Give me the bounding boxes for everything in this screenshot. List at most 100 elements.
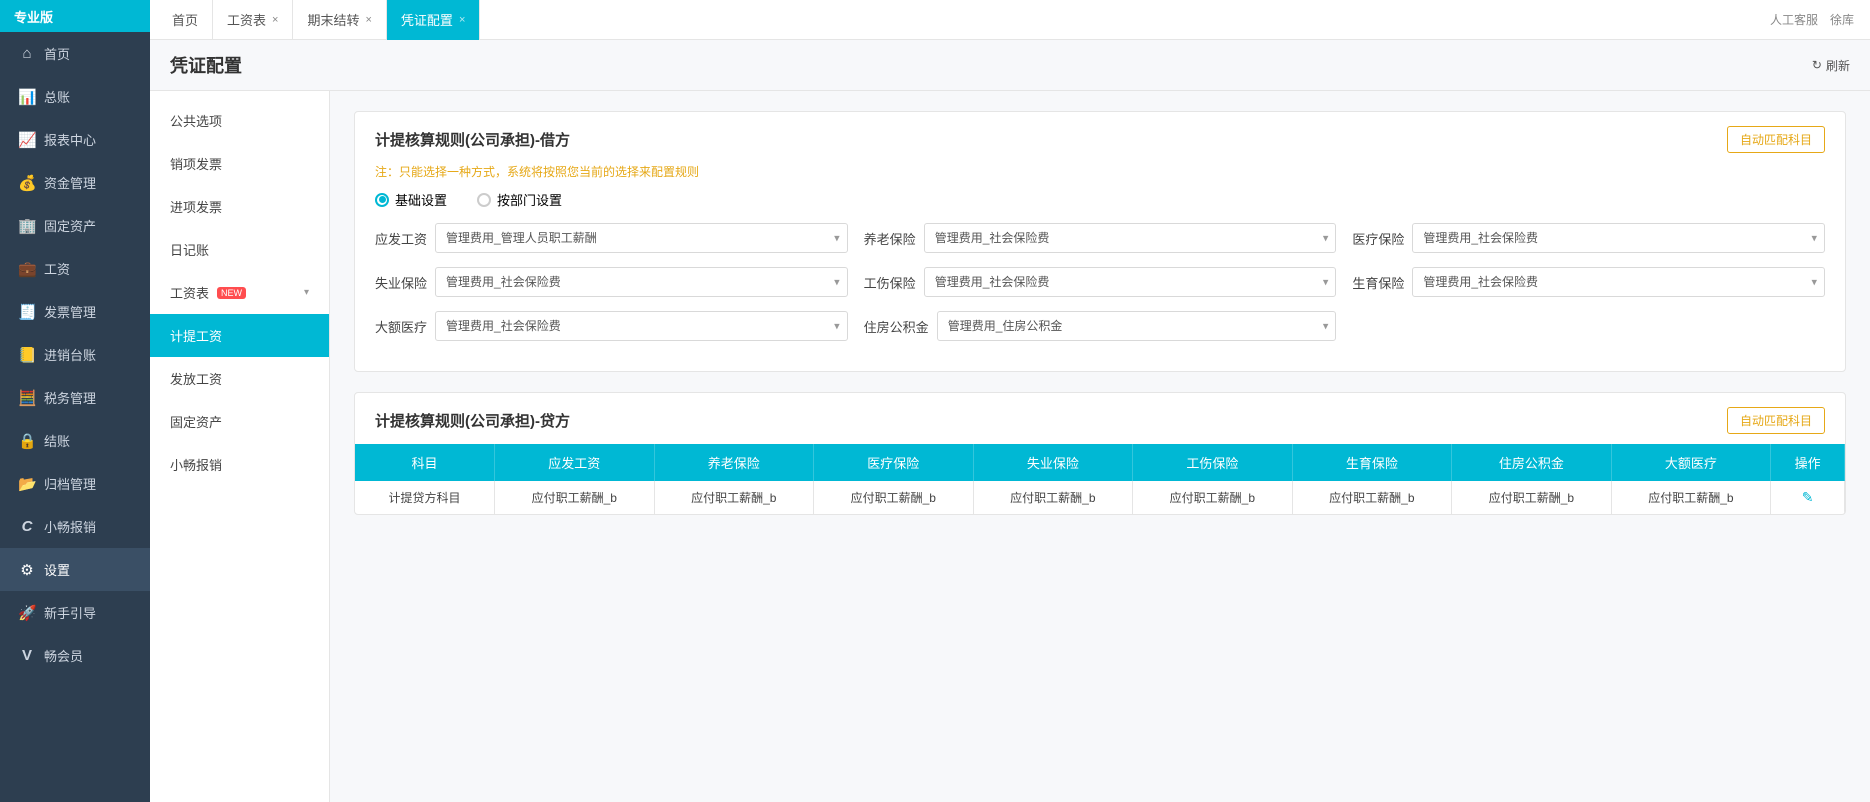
radio-dept[interactable]: 按部门设置 xyxy=(477,190,562,209)
left-menu-jiti-salary[interactable]: 计提工资 xyxy=(150,314,329,357)
left-menu-xiaocha[interactable]: 小畅报销 xyxy=(150,443,329,486)
vip-icon: V xyxy=(18,647,36,664)
sidebar-item-label: 工资 xyxy=(44,259,70,278)
left-menu-public-options[interactable]: 公共选项 xyxy=(150,99,329,142)
table-header-daeliao: 大额医疗 xyxy=(1611,444,1771,481)
table-header-yingfa: 应发工资 xyxy=(495,444,655,481)
left-menu-credit-invoice[interactable]: 销项发票 xyxy=(150,142,329,185)
sidebar-item-closing[interactable]: 🔒 结账 xyxy=(0,419,150,462)
sidebar-item-archive[interactable]: 📂 归档管理 xyxy=(0,462,150,505)
select-shengyu[interactable]: 管理费用_社会保险费 xyxy=(1412,267,1825,297)
radio-basic-dot xyxy=(379,196,386,203)
select-shiye[interactable]: 管理费用_社会保险费 xyxy=(435,267,848,297)
table-header-shiye: 失业保险 xyxy=(973,444,1133,481)
left-menu-label: 公共选项 xyxy=(170,111,222,130)
auto-match-credit-button[interactable]: 自动匹配科目 xyxy=(1727,407,1825,434)
section-credit-header: 计提核算规则(公司承担)-贷方 自动匹配科目 xyxy=(355,393,1845,444)
sidebar-item-report-center[interactable]: 📈 报表中心 xyxy=(0,118,150,161)
sidebar-item-fixed-assets[interactable]: 🏢 固定资产 xyxy=(0,204,150,247)
table-cell-subject: 计提贷方科目 xyxy=(355,481,495,514)
table-cell-gongshang: 应付职工薪酬_b xyxy=(1133,481,1293,514)
left-menu-issue-salary[interactable]: 发放工资 xyxy=(150,357,329,400)
tab-salary-table[interactable]: 工资表 × xyxy=(213,0,293,40)
sidebar-item-label: 发票管理 xyxy=(44,302,96,321)
tab-voucher-close[interactable]: × xyxy=(459,14,465,26)
left-menu-label: 发放工资 xyxy=(170,369,222,388)
table-header-action: 操作 xyxy=(1771,444,1845,481)
select-wrapper-gongjijin: 管理费用_住房公积金 xyxy=(937,311,1337,341)
select-yingfa[interactable]: 管理费用_管理人员职工薪酬 xyxy=(435,223,848,253)
sidebar-item-label: 结账 xyxy=(44,431,70,450)
select-daeliao[interactable]: 管理费用_社会保险费 xyxy=(435,311,848,341)
left-menu-label: 进项发票 xyxy=(170,197,222,216)
tab-period-close[interactable]: 期末结转 × xyxy=(293,0,386,40)
select-yiliao[interactable]: 管理费用_社会保险费 xyxy=(1412,223,1825,253)
sidebar-item-vip[interactable]: V 畅会员 xyxy=(0,634,150,677)
edit-icon[interactable]: ✎ xyxy=(1802,489,1814,505)
left-menu-label: 销项发票 xyxy=(170,154,222,173)
left-menu-label: 工资表 xyxy=(170,283,209,302)
help-text[interactable]: 人工客服 xyxy=(1770,11,1818,28)
select-wrapper-shengyu: 管理费用_社会保险费 xyxy=(1412,267,1825,297)
select-wrapper-yingfa: 管理费用_管理人员职工薪酬 xyxy=(435,223,848,253)
sidebar-item-label: 畅会员 xyxy=(44,646,83,665)
table-header-shengyu: 生育保险 xyxy=(1292,444,1452,481)
chevron-down-icon: ▾ xyxy=(304,287,309,298)
tab-home[interactable]: 首页 xyxy=(158,0,213,40)
field-label-yiliao: 医疗保险 xyxy=(1352,229,1404,248)
table-cell-yingfa: 应付职工薪酬_b xyxy=(495,481,655,514)
select-wrapper-gongshang: 管理费用_社会保险费 xyxy=(924,267,1337,297)
main-area: 首页 工资表 × 期末结转 × 凭证配置 × 人工客服 徐库 凭证配置 ↻ 刷新 xyxy=(150,0,1870,802)
app-logo: 专业版 xyxy=(0,0,150,32)
left-menu-label: 小畅报销 xyxy=(170,455,222,474)
building-icon: 🏢 xyxy=(18,217,36,235)
tab-salary-close[interactable]: × xyxy=(272,14,278,26)
sidebar-item-invoice[interactable]: 🧾 发票管理 xyxy=(0,290,150,333)
sidebar-item-label: 新手引导 xyxy=(44,603,96,622)
field-yiliao: 医疗保险 管理费用_社会保险费 xyxy=(1352,223,1825,253)
sidebar-item-settings[interactable]: ⚙ 设置 xyxy=(0,548,150,591)
sidebar-item-sales-ledger[interactable]: 📒 进销台账 xyxy=(0,333,150,376)
tab-period-close[interactable]: × xyxy=(365,14,371,26)
form-rows: 应发工资 管理费用_管理人员职工薪酬 养老保险 管理费用 xyxy=(355,223,1845,371)
ledger-icon: 📒 xyxy=(18,346,36,364)
sidebar-item-tax[interactable]: 🧮 税务管理 xyxy=(0,376,150,419)
form-row-1: 应发工资 管理费用_管理人员职工薪酬 养老保险 管理费用 xyxy=(375,223,1825,253)
select-wrapper-daeliao: 管理费用_社会保险费 xyxy=(435,311,848,341)
select-yanglao[interactable]: 管理费用_社会保险费 xyxy=(924,223,1337,253)
radio-basic[interactable]: 基础设置 xyxy=(375,190,447,209)
topbar-right: 人工客服 徐库 xyxy=(1770,11,1870,28)
left-menu-input-invoice[interactable]: 进项发票 xyxy=(150,185,329,228)
left-menu-fixed-assets[interactable]: 固定资产 xyxy=(150,400,329,443)
field-label-daeliao: 大额医疗 xyxy=(375,317,427,336)
field-label-gongshang: 工伤保险 xyxy=(864,273,916,292)
table-row: 计提贷方科目 应付职工薪酬_b 应付职工薪酬_b 应付职工薪酬_b 应付职工薪酬… xyxy=(355,481,1845,514)
refresh-button[interactable]: ↻ 刷新 xyxy=(1812,57,1850,74)
field-yanglao: 养老保险 管理费用_社会保险费 xyxy=(864,223,1337,253)
left-menu-journal[interactable]: 日记账 xyxy=(150,228,329,271)
field-label-shiye: 失业保险 xyxy=(375,273,427,292)
auto-match-debit-button[interactable]: 自动匹配科目 xyxy=(1727,126,1825,153)
table-cell-gongjijin: 应付职工薪酬_b xyxy=(1452,481,1612,514)
tab-voucher-config[interactable]: 凭证配置 × xyxy=(387,0,480,40)
table-header-gongjijin: 住房公积金 xyxy=(1452,444,1612,481)
radio-group: 基础设置 按部门设置 xyxy=(355,190,1845,223)
table-cell-action[interactable]: ✎ xyxy=(1771,481,1845,514)
field-label-yanglao: 养老保险 xyxy=(864,229,916,248)
sidebar-item-guide[interactable]: 🚀 新手引导 xyxy=(0,591,150,634)
sidebar-item-home[interactable]: ⌂ 首页 xyxy=(0,32,150,75)
section-debit-note: 注：只能选择一种方式，系统将按照您当前的选择来配置规则 xyxy=(355,163,1845,190)
left-menu-salary-table[interactable]: 工资表 NEW ▾ xyxy=(150,271,329,314)
table-cell-daeliao: 应付职工薪酬_b xyxy=(1611,481,1771,514)
sidebar-item-general-ledger[interactable]: 📊 总账 xyxy=(0,75,150,118)
sidebar-item-fund-management[interactable]: 💰 资金管理 xyxy=(0,161,150,204)
chart-icon: 📊 xyxy=(18,88,36,106)
sidebar-item-salary[interactable]: 💼 工资 xyxy=(0,247,150,290)
sidebar-item-label: 归档管理 xyxy=(44,474,96,493)
sidebar-item-xiaocha-report[interactable]: C 小畅报销 xyxy=(0,505,150,548)
field-yingfa-gongzi: 应发工资 管理费用_管理人员职工薪酬 xyxy=(375,223,848,253)
sidebar-item-label: 设置 xyxy=(44,560,70,579)
select-gongjijin[interactable]: 管理费用_住房公积金 xyxy=(937,311,1337,341)
select-gongshang[interactable]: 管理费用_社会保险费 xyxy=(924,267,1337,297)
select-wrapper-yanglao: 管理费用_社会保险费 xyxy=(924,223,1337,253)
